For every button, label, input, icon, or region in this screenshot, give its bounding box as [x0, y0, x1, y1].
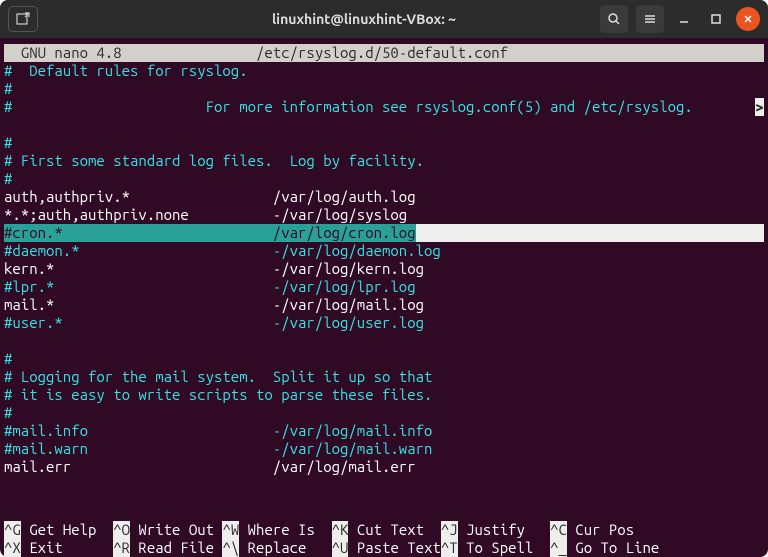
- shortcut-label: Paste Text: [348, 539, 440, 557]
- editor-line: auth,authpriv.* /var/log/auth.log: [4, 188, 764, 206]
- shortcut-label: Exit: [21, 539, 113, 557]
- search-icon: [607, 12, 621, 26]
- editor-line: # Default rules for rsyslog.: [4, 62, 764, 80]
- shortcut-key: ^U: [332, 539, 349, 557]
- editor-line: # First some standard log files. Log by …: [4, 152, 764, 170]
- minimize-button[interactable]: [672, 7, 696, 31]
- editor-line: #lpr.* -/var/log/lpr.log: [4, 278, 764, 296]
- shortcut-label: Where Is: [239, 521, 331, 539]
- hamburger-icon: [643, 12, 657, 26]
- nano-header: GNU nano 4.8 /etc/rsyslog.d/50-default.c…: [4, 44, 764, 62]
- terminal-body[interactable]: GNU nano 4.8 /etc/rsyslog.d/50-default.c…: [0, 38, 768, 557]
- shortcut-key: ^K: [332, 521, 349, 539]
- editor-line: [4, 116, 764, 134]
- close-button[interactable]: [736, 7, 760, 31]
- editor-line: mail.* -/var/log/mail.log: [4, 296, 764, 314]
- shortcut-key: ^W: [222, 521, 239, 539]
- nano-header-pad: [609, 44, 764, 62]
- editor-line: #: [4, 134, 764, 152]
- search-button[interactable]: [600, 5, 628, 33]
- shortcut-key: ^R: [113, 539, 130, 557]
- menu-button[interactable]: [636, 5, 664, 33]
- editor-line: #daemon.* -/var/log/daemon.log: [4, 242, 764, 260]
- shortcut-label: Replace: [239, 539, 331, 557]
- shortcut-key: ^G: [4, 521, 21, 539]
- new-tab-icon: [15, 11, 31, 27]
- editor-line: # For more information see rsyslog.conf(…: [4, 98, 764, 116]
- shortcut-label: Read File: [130, 539, 222, 557]
- nano-filename: /etc/rsyslog.d/50-default.conf: [214, 44, 609, 62]
- editor-line: #: [4, 80, 764, 98]
- editor-line: #mail.warn -/var/log/mail.warn: [4, 440, 764, 458]
- editor-line: #: [4, 170, 764, 188]
- shortcut-label: Justify: [458, 521, 550, 539]
- shortcut-key: ^\: [222, 539, 239, 557]
- shortcut-label: Get Help: [21, 521, 113, 539]
- shortcut-label: Write Out: [130, 521, 222, 539]
- shortcut-key: ^O: [113, 521, 130, 539]
- editor-line: # Logging for the mail system. Split it …: [4, 368, 764, 386]
- editor-line: kern.* -/var/log/kern.log: [4, 260, 764, 278]
- maximize-icon: [710, 13, 722, 25]
- editor-line: #user.* -/var/log/user.log: [4, 314, 764, 332]
- minimize-icon: [678, 13, 690, 25]
- maximize-button[interactable]: [704, 7, 728, 31]
- nano-version: GNU nano 4.8: [4, 44, 214, 62]
- shortcut-label: Go To Line: [567, 539, 659, 557]
- shortcut-label: Cur Pos: [567, 521, 659, 539]
- shortcut-key: ^C: [550, 521, 567, 539]
- titlebar-left: [8, 6, 148, 32]
- editor-line: mail.err /var/log/mail.err: [4, 458, 764, 476]
- shortcut-key: ^X: [4, 539, 21, 557]
- highlighted-line: #cron.* /var/log/cron.log: [4, 224, 764, 242]
- shortcut-label: To Spell: [458, 539, 550, 557]
- nano-footer: ^G Get Help ^O Write Out ^W Where Is ^K …: [4, 521, 764, 557]
- editor-content: # Default rules for rsyslog.## For more …: [4, 62, 764, 476]
- highlight-text: #cron.* /var/log/cron.log: [4, 224, 416, 242]
- footer-row-2: ^X Exit ^R Read File ^\ Replace ^U Paste…: [4, 539, 764, 557]
- editor-line: [4, 332, 764, 350]
- continuation-indicator: >: [755, 98, 764, 116]
- new-tab-button[interactable]: [8, 6, 38, 32]
- shortcut-key: ^T: [441, 539, 458, 557]
- highlight-cursor: [416, 224, 764, 242]
- shortcut-label: Cut Text: [348, 521, 440, 539]
- shortcut-key: ^J: [441, 521, 458, 539]
- editor-line: #: [4, 350, 764, 368]
- close-icon: [742, 13, 754, 25]
- window-title: linuxhint@linuxhint-VBox: ~: [148, 11, 580, 27]
- editor-line: # it is easy to write scripts to parse t…: [4, 386, 764, 404]
- terminal-window: linuxhint@linuxhint-VBox: ~ GNU nano 4.8: [0, 0, 768, 557]
- footer-row-1: ^G Get Help ^O Write Out ^W Where Is ^K …: [4, 521, 764, 539]
- shortcut-key: ^_: [550, 539, 567, 557]
- titlebar: linuxhint@linuxhint-VBox: ~: [0, 0, 768, 38]
- titlebar-right: [580, 5, 760, 33]
- editor-line: *.*;auth,authpriv.none -/var/log/syslog: [4, 206, 764, 224]
- editor-line: #mail.info -/var/log/mail.info: [4, 422, 764, 440]
- editor-line: #: [4, 404, 764, 422]
